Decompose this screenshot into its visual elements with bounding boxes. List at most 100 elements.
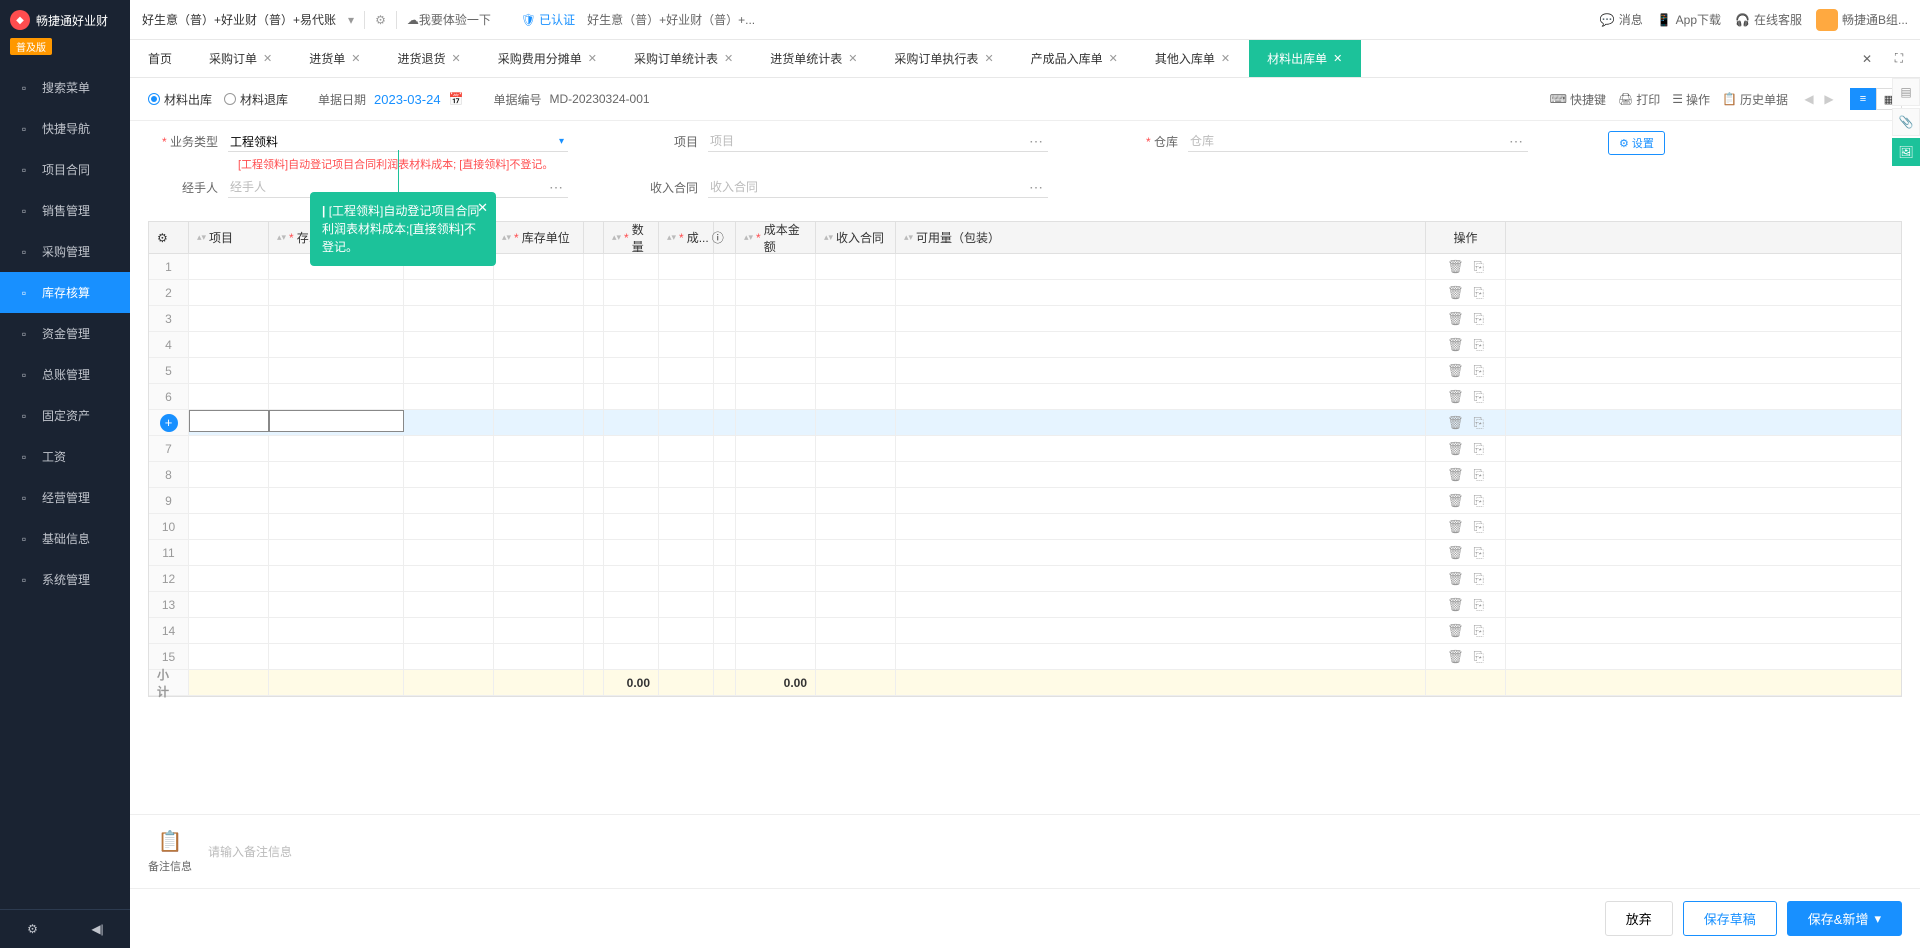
- delete-icon[interactable]: 🗑: [1447, 259, 1464, 275]
- cell[interactable]: [714, 514, 736, 539]
- table-row[interactable]: 7🗑⎘: [149, 436, 1901, 462]
- cell[interactable]: [714, 384, 736, 409]
- cell[interactable]: [659, 332, 714, 357]
- abandon-button[interactable]: 放弃: [1605, 901, 1673, 936]
- cell[interactable]: [404, 410, 494, 435]
- cell[interactable]: [604, 280, 659, 305]
- cell[interactable]: [816, 462, 896, 487]
- tab[interactable]: 采购费用分摊单✕: [480, 40, 616, 77]
- copy-icon[interactable]: ⎘: [1474, 519, 1484, 535]
- table-row[interactable]: 13🗑⎘: [149, 592, 1901, 618]
- cell[interactable]: [816, 384, 896, 409]
- table-row[interactable]: 14🗑⎘: [149, 618, 1901, 644]
- cell[interactable]: [816, 592, 896, 617]
- cell[interactable]: [816, 410, 896, 435]
- close-all-icon[interactable]: ✕: [1854, 46, 1880, 72]
- delete-icon[interactable]: 🗑: [1447, 597, 1464, 613]
- settings-icon[interactable]: ⚙: [0, 910, 65, 948]
- cell[interactable]: [584, 592, 604, 617]
- col-cost[interactable]: ▴▾*成... ⓘ: [659, 222, 714, 253]
- cell[interactable]: [604, 462, 659, 487]
- sidebar-item-box[interactable]: ▫库存核算: [0, 272, 130, 313]
- cell[interactable]: [189, 514, 269, 539]
- more-icon[interactable]: ⋯: [1509, 133, 1524, 150]
- cell[interactable]: [659, 644, 714, 669]
- cell[interactable]: [604, 644, 659, 669]
- copy-icon[interactable]: ⎘: [1474, 571, 1484, 587]
- cell[interactable]: [189, 566, 269, 591]
- close-icon[interactable]: ✕: [351, 52, 360, 65]
- cell[interactable]: [604, 488, 659, 513]
- close-icon[interactable]: ✕: [848, 52, 857, 65]
- close-icon[interactable]: ✕: [984, 52, 993, 65]
- cell[interactable]: [736, 280, 816, 305]
- radio-return[interactable]: 材料退库: [224, 91, 288, 108]
- settings-button[interactable]: ⚙ 设置: [1608, 131, 1665, 155]
- save-new-button[interactable]: 保存&新增 ▾: [1787, 901, 1902, 936]
- cell[interactable]: [189, 592, 269, 617]
- cell[interactable]: [269, 566, 404, 591]
- cell[interactable]: [494, 488, 584, 513]
- cell[interactable]: [659, 306, 714, 331]
- cell[interactable]: [269, 644, 404, 669]
- table-row[interactable]: +🗑⎘: [149, 410, 1901, 436]
- cell[interactable]: [494, 254, 584, 279]
- close-icon[interactable]: ✕: [724, 52, 733, 65]
- cell[interactable]: [494, 384, 584, 409]
- cell[interactable]: [189, 436, 269, 461]
- rail-attach-icon[interactable]: 📎: [1892, 108, 1920, 136]
- table-row[interactable]: 8🗑⎘: [149, 462, 1901, 488]
- notes-input[interactable]: [208, 845, 1902, 859]
- cell-edit[interactable]: [189, 410, 269, 432]
- combo-dropdown-icon[interactable]: ▾: [348, 13, 354, 27]
- sidebar-item-salary[interactable]: ▫工资: [0, 436, 130, 477]
- copy-icon[interactable]: ⎘: [1474, 649, 1484, 665]
- cell[interactable]: [659, 540, 714, 565]
- cell[interactable]: [659, 410, 714, 435]
- cell[interactable]: [714, 540, 736, 565]
- cell[interactable]: [896, 592, 1426, 617]
- cell[interactable]: [714, 254, 736, 279]
- cell[interactable]: [736, 592, 816, 617]
- operate-link[interactable]: ☰ 操作: [1672, 91, 1710, 108]
- delete-icon[interactable]: 🗑: [1447, 389, 1464, 405]
- cell[interactable]: [584, 436, 604, 461]
- cell[interactable]: [269, 436, 404, 461]
- cell[interactable]: [736, 254, 816, 279]
- sidebar-item-sys[interactable]: ▫系统管理: [0, 559, 130, 600]
- cell[interactable]: [896, 280, 1426, 305]
- delete-icon[interactable]: 🗑: [1447, 285, 1464, 301]
- tab[interactable]: 采购订单统计表✕: [616, 40, 752, 77]
- cell[interactable]: [736, 644, 816, 669]
- cell[interactable]: [494, 566, 584, 591]
- expand-icon[interactable]: ⛶: [1886, 46, 1912, 72]
- cell[interactable]: [584, 254, 604, 279]
- cell[interactable]: [659, 618, 714, 643]
- delete-icon[interactable]: 🗑: [1447, 441, 1464, 457]
- cell[interactable]: [404, 514, 494, 539]
- copy-icon[interactable]: ⎘: [1474, 415, 1484, 431]
- cell[interactable]: [269, 618, 404, 643]
- list-view-icon[interactable]: ≡: [1850, 88, 1876, 110]
- cell[interactable]: [584, 358, 604, 383]
- cell[interactable]: [659, 384, 714, 409]
- cell[interactable]: [736, 306, 816, 331]
- cell[interactable]: [896, 254, 1426, 279]
- cell[interactable]: [659, 462, 714, 487]
- delete-icon[interactable]: 🗑: [1447, 363, 1464, 379]
- col-contract[interactable]: ▴▾收入合同: [816, 222, 896, 253]
- cell[interactable]: [659, 514, 714, 539]
- tab[interactable]: 采购订单✕: [191, 40, 291, 77]
- close-icon[interactable]: ✕: [1109, 52, 1118, 65]
- more-icon[interactable]: ⋯: [549, 179, 564, 196]
- close-icon[interactable]: ✕: [588, 52, 597, 65]
- cell[interactable]: [659, 436, 714, 461]
- cell[interactable]: [659, 488, 714, 513]
- more-icon[interactable]: ⋯: [1029, 179, 1044, 196]
- copy-icon[interactable]: ⎘: [1474, 259, 1484, 275]
- cell[interactable]: [604, 306, 659, 331]
- cell[interactable]: [659, 254, 714, 279]
- tab[interactable]: 产成品入库单✕: [1013, 40, 1137, 77]
- cell[interactable]: [736, 384, 816, 409]
- cell[interactable]: [189, 644, 269, 669]
